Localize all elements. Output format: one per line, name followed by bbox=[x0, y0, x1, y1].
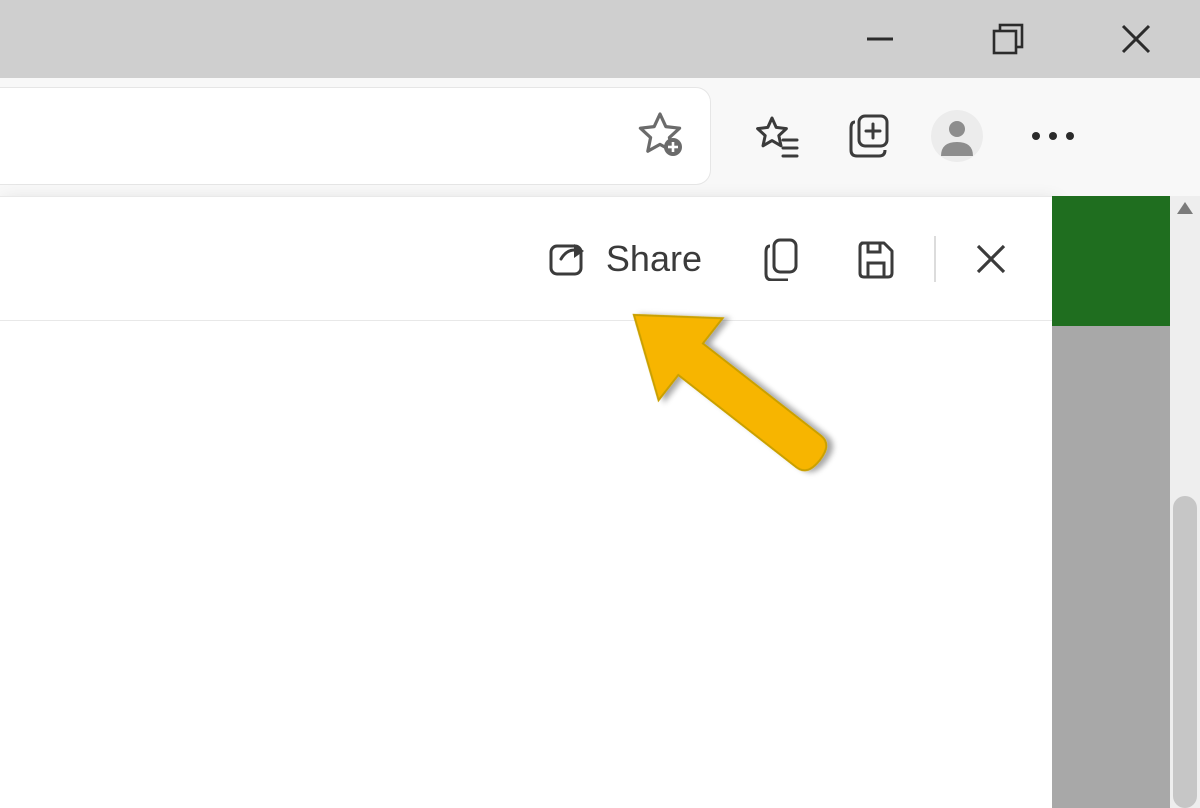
scroll-up-icon bbox=[1177, 202, 1193, 214]
save-button[interactable] bbox=[832, 220, 920, 298]
close-icon bbox=[1119, 22, 1153, 56]
settings-menu-button[interactable] bbox=[1010, 88, 1096, 184]
save-icon bbox=[856, 239, 896, 279]
share-button[interactable]: Share bbox=[516, 220, 732, 298]
background-window bbox=[1052, 196, 1200, 808]
maximize-icon bbox=[991, 22, 1025, 56]
window-minimize-button[interactable] bbox=[816, 0, 944, 78]
favorites-button[interactable] bbox=[734, 88, 820, 184]
toolbar-divider bbox=[934, 236, 936, 282]
collections-icon bbox=[847, 112, 895, 160]
panel-toolbar: Share bbox=[0, 197, 1052, 321]
star-plus-icon bbox=[636, 110, 684, 158]
avatar bbox=[931, 110, 983, 162]
web-capture-panel: Share bbox=[0, 196, 1052, 808]
window-close-button[interactable] bbox=[1072, 0, 1200, 78]
scrollbar-thumb[interactable] bbox=[1173, 496, 1197, 808]
close-icon bbox=[974, 242, 1008, 276]
scrollbar[interactable] bbox=[1170, 196, 1200, 808]
minimize-icon bbox=[865, 24, 895, 54]
star-list-icon bbox=[753, 112, 801, 160]
copy-button[interactable] bbox=[738, 220, 826, 298]
window-titlebar bbox=[0, 0, 1200, 78]
profile-button[interactable] bbox=[914, 88, 1000, 184]
background-green-block bbox=[1052, 196, 1170, 326]
window-maximize-button[interactable] bbox=[944, 0, 1072, 78]
add-favorite-button[interactable] bbox=[636, 110, 684, 163]
share-label: Share bbox=[606, 238, 702, 280]
person-icon bbox=[937, 116, 977, 156]
copy-icon bbox=[762, 237, 802, 281]
collections-button[interactable] bbox=[828, 88, 914, 184]
panel-close-button[interactable] bbox=[950, 220, 1032, 298]
address-bar[interactable] bbox=[0, 88, 710, 184]
ellipsis-icon bbox=[1030, 130, 1076, 142]
share-icon bbox=[546, 239, 586, 279]
